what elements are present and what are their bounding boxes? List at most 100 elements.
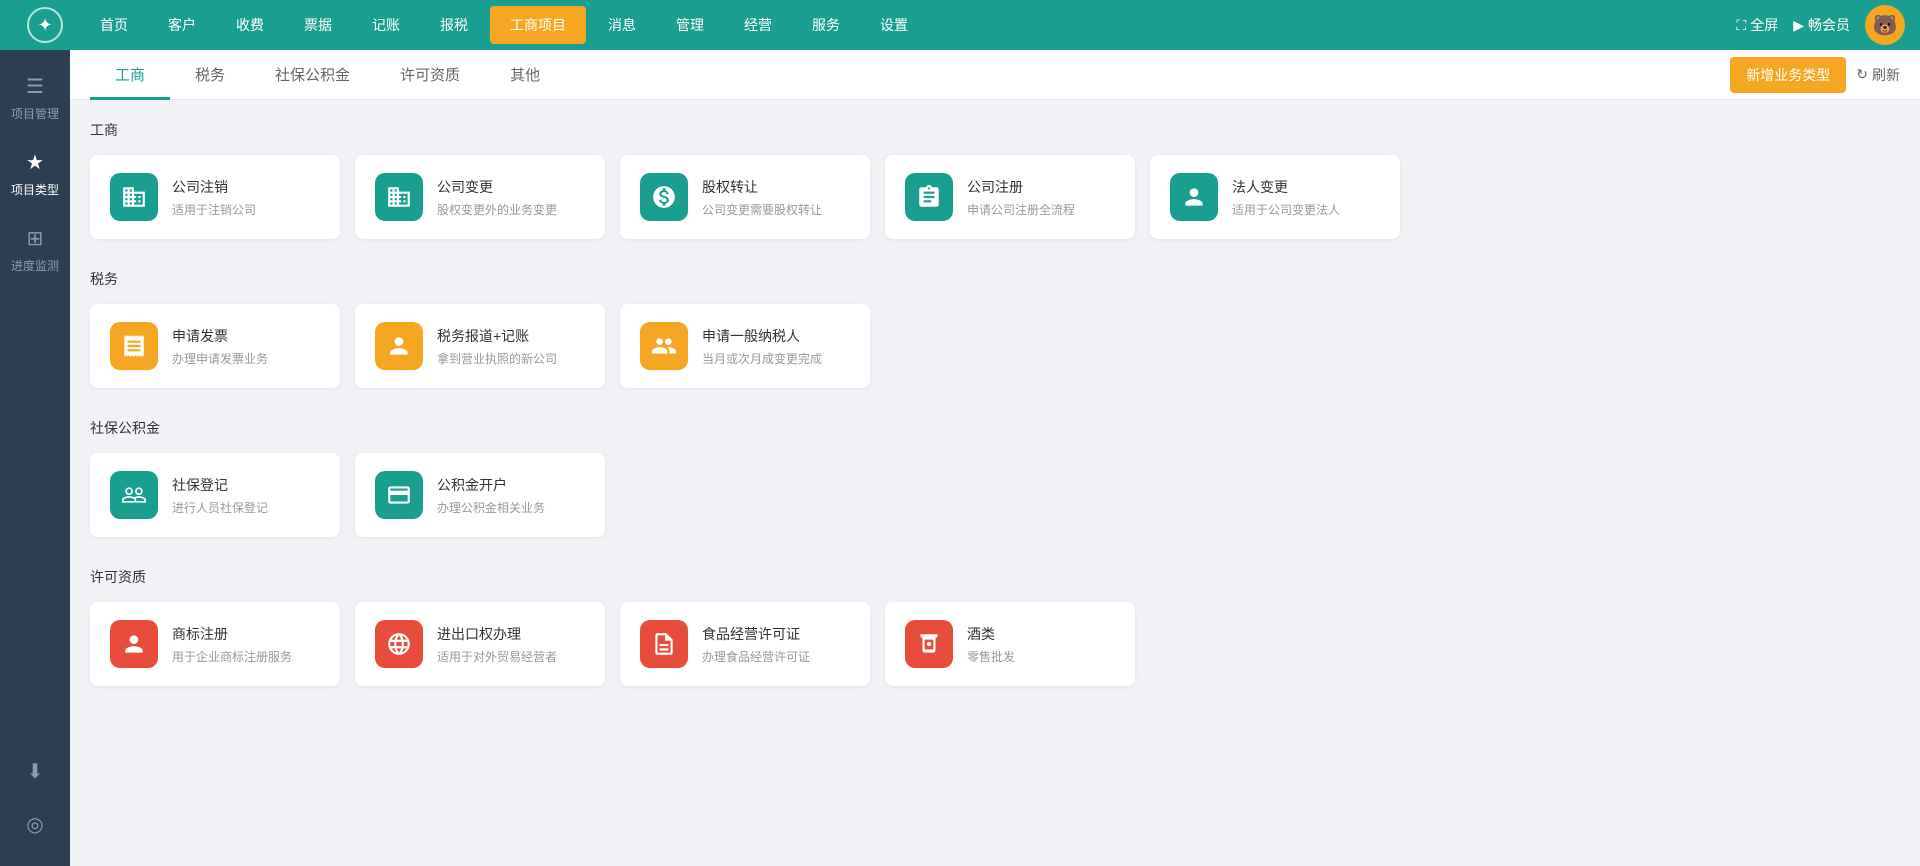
sidebar-item-进度监测[interactable]: ⊞进度监测 <box>0 212 70 288</box>
card-icon <box>905 620 953 668</box>
card-icon <box>1170 173 1218 221</box>
list-item[interactable]: 公司注册 申请公司注册全流程 <box>885 155 1135 239</box>
tab-许可资质[interactable]: 许可资质 <box>375 50 485 100</box>
card-title: 食品经营许可证 <box>702 624 850 644</box>
card-title: 进出口权办理 <box>437 624 585 644</box>
tabs-bar: 工商税务社保公积金许可资质其他 新增业务类型 ↻ 刷新 <box>70 50 1920 100</box>
card-icon <box>110 322 158 370</box>
card-text: 公司注销 适用于注销公司 <box>172 177 320 218</box>
logo-area: ✦ <box>10 7 80 43</box>
list-item[interactable]: 法人变更 适用于公司变更法人 <box>1150 155 1400 239</box>
card-desc: 进行人员社保登记 <box>172 499 320 516</box>
card-title: 申请发票 <box>172 326 320 346</box>
sidebar-icon: ⊞ <box>27 226 44 251</box>
card-desc: 办理食品经营许可证 <box>702 648 850 665</box>
section-title: 许可资质 <box>90 567 1900 587</box>
card-text: 食品经营许可证 办理食品经营许可证 <box>702 624 850 665</box>
card-text: 申请一般纳税人 当月或次月成变更完成 <box>702 326 850 367</box>
card-text: 股权转让 公司变更需要股权转让 <box>702 177 850 218</box>
card-text: 公积金开户 办理公积金相关业务 <box>437 475 585 516</box>
sidebar-icon: ★ <box>26 150 44 175</box>
tab-right-actions: 新增业务类型 ↻ 刷新 <box>1730 57 1900 93</box>
vip-button[interactable]: ▶ 畅会员 <box>1793 15 1850 35</box>
card-title: 酒类 <box>967 624 1115 644</box>
card-desc: 拿到营业执照的新公司 <box>437 350 585 367</box>
card-icon <box>375 471 423 519</box>
nav-item-设置[interactable]: 设置 <box>860 0 928 50</box>
nav-item-报税[interactable]: 报税 <box>420 0 488 50</box>
card-title: 公司变更 <box>437 177 585 197</box>
card-desc: 零售批发 <box>967 648 1115 665</box>
card-desc: 用于企业商标注册服务 <box>172 648 320 665</box>
tab-其他[interactable]: 其他 <box>485 50 565 100</box>
nav-item-客户[interactable]: 客户 <box>148 0 216 50</box>
vip-label: 畅会员 <box>1808 15 1850 35</box>
sidebar-item-项目管理[interactable]: ☰ 项目管理 <box>0 60 70 136</box>
tab-社保公积金[interactable]: 社保公积金 <box>250 50 375 100</box>
card-text: 法人变更 适用于公司变更法人 <box>1232 177 1380 218</box>
cards-grid: 申请发票 办理申请发票业务 税务报道+记账 拿到营业执照的新公司 申请一般纳税人… <box>90 304 1900 388</box>
sidebar-label: 项目管理 <box>11 105 59 122</box>
list-item[interactable]: 公司变更 股权变更外的业务变更 <box>355 155 605 239</box>
nav-item-票据[interactable]: 票据 <box>284 0 352 50</box>
nav-item-收费[interactable]: 收费 <box>216 0 284 50</box>
card-text: 商标注册 用于企业商标注册服务 <box>172 624 320 665</box>
card-title: 公司注销 <box>172 177 320 197</box>
tab-工商[interactable]: 工商 <box>90 50 170 100</box>
card-text: 申请发票 办理申请发票业务 <box>172 326 320 367</box>
card-desc: 当月或次月成变更完成 <box>702 350 850 367</box>
cards-grid: 公司注销 适用于注销公司 公司变更 股权变更外的业务变更 股权转让 公司变更需要… <box>90 155 1900 239</box>
sidebar-bottom: ⬇◎ <box>0 745 70 866</box>
card-icon <box>110 471 158 519</box>
sidebar-label: 项目类型 <box>11 181 59 198</box>
fullscreen-button[interactable]: ⛶ 全屏 <box>1736 15 1778 35</box>
fullscreen-label: 全屏 <box>1750 15 1778 35</box>
list-item[interactable]: 申请一般纳税人 当月或次月成变更完成 <box>620 304 870 388</box>
list-item[interactable]: 进出口权办理 适用于对外贸易经营者 <box>355 602 605 686</box>
section-工商: 工商 公司注销 适用于注销公司 公司变更 股权变更外的业务变更 股权转让 公司变… <box>90 120 1900 239</box>
list-item[interactable]: 商标注册 用于企业商标注册服务 <box>90 602 340 686</box>
list-item[interactable]: 公积金开户 办理公积金相关业务 <box>355 453 605 537</box>
refresh-button[interactable]: ↻ 刷新 <box>1856 65 1900 85</box>
nav-item-管理[interactable]: 管理 <box>656 0 724 50</box>
sidebar-bottom-icon: ⬇ <box>27 759 44 784</box>
nav-item-工商项目[interactable]: 工商项目 <box>490 6 586 44</box>
list-item[interactable]: 股权转让 公司变更需要股权转让 <box>620 155 870 239</box>
sidebar-icon: ☰ <box>26 74 44 99</box>
list-item[interactable]: 申请发票 办理申请发票业务 <box>90 304 340 388</box>
nav-item-记账[interactable]: 记账 <box>352 0 420 50</box>
mascot-avatar: 🐻 <box>1865 5 1905 45</box>
new-type-button[interactable]: 新增业务类型 <box>1730 57 1846 93</box>
card-desc: 公司变更需要股权转让 <box>702 201 850 218</box>
list-item[interactable]: 食品经营许可证 办理食品经营许可证 <box>620 602 870 686</box>
card-icon <box>110 620 158 668</box>
refresh-label: 刷新 <box>1872 65 1900 85</box>
card-desc: 办理公积金相关业务 <box>437 499 585 516</box>
list-item[interactable]: 社保登记 进行人员社保登记 <box>90 453 340 537</box>
card-text: 酒类 零售批发 <box>967 624 1115 665</box>
nav-item-经营[interactable]: 经营 <box>724 0 792 50</box>
vip-icon: ▶ <box>1793 17 1804 34</box>
nav-item-首页[interactable]: 首页 <box>80 0 148 50</box>
list-item[interactable]: 酒类 零售批发 <box>885 602 1135 686</box>
sidebar-bottom-item[interactable]: ◎ <box>0 798 70 851</box>
card-title: 法人变更 <box>1232 177 1380 197</box>
card-text: 公司注册 申请公司注册全流程 <box>967 177 1115 218</box>
card-title: 股权转让 <box>702 177 850 197</box>
card-text: 进出口权办理 适用于对外贸易经营者 <box>437 624 585 665</box>
fullscreen-icon: ⛶ <box>1736 17 1746 34</box>
card-icon <box>375 173 423 221</box>
card-desc: 适用于对外贸易经营者 <box>437 648 585 665</box>
nav-item-消息[interactable]: 消息 <box>588 0 656 50</box>
top-navigation: ✦ 首页客户收费票据记账报税工商项目消息管理经营服务设置 ⛶ 全屏 ▶ 畅会员 … <box>0 0 1920 50</box>
sidebar-bottom-item[interactable]: ⬇ <box>0 745 70 798</box>
card-desc: 适用于公司变更法人 <box>1232 201 1380 218</box>
list-item[interactable]: 税务报道+记账 拿到营业执照的新公司 <box>355 304 605 388</box>
content-scroll[interactable]: 工商 公司注销 适用于注销公司 公司变更 股权变更外的业务变更 股权转让 公司变… <box>70 100 1920 866</box>
logo-icon: ✦ <box>27 7 63 43</box>
sidebar-item-项目类型[interactable]: ★ 项目类型 <box>0 136 70 212</box>
nav-item-服务[interactable]: 服务 <box>792 0 860 50</box>
nav-right: ⛶ 全屏 ▶ 畅会员 🐻 <box>1736 5 1920 45</box>
list-item[interactable]: 公司注销 适用于注销公司 <box>90 155 340 239</box>
tab-税务[interactable]: 税务 <box>170 50 250 100</box>
